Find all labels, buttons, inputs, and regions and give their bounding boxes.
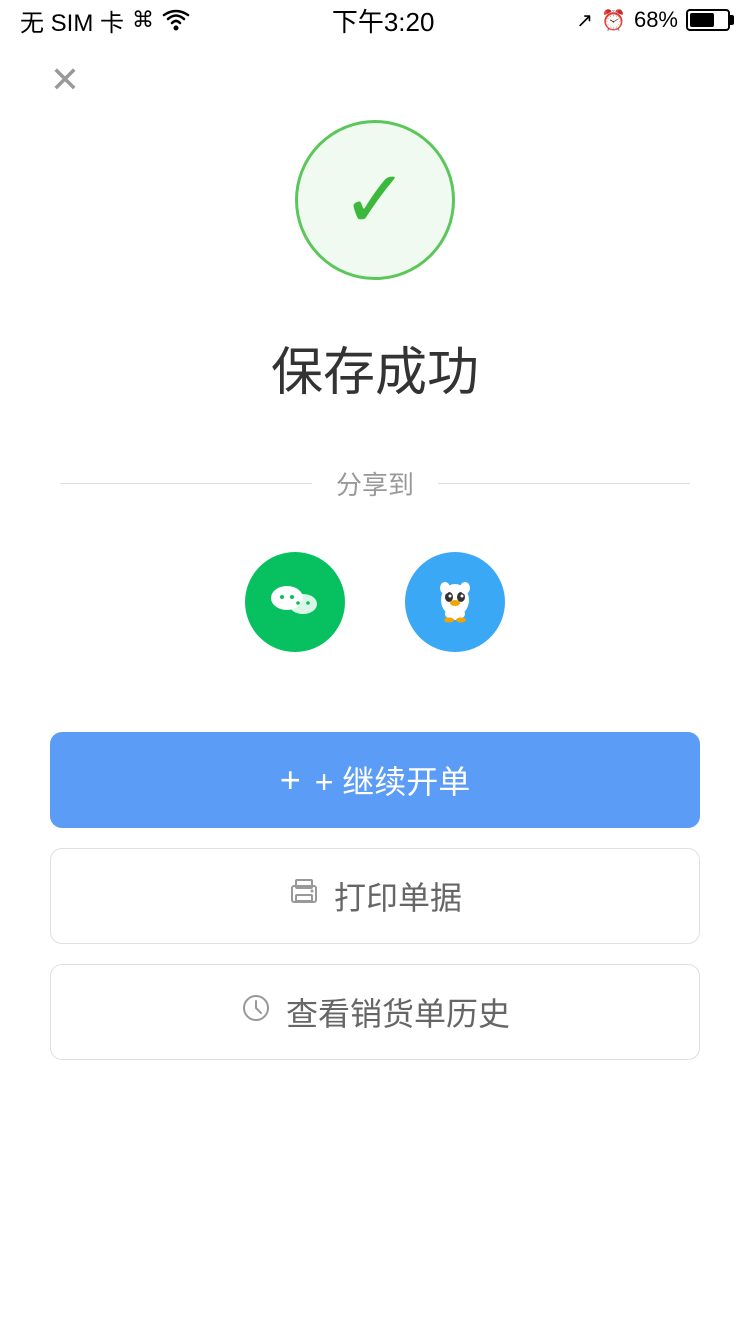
print-button[interactable]: 打印单据 [50, 848, 700, 944]
divider-line-left [60, 483, 312, 484]
success-circle: ✓ [295, 120, 455, 280]
share-label: 分享到 [312, 465, 438, 502]
continue-button[interactable]: + + 继续开单 [50, 732, 700, 828]
print-icon [288, 876, 320, 916]
qq-share-button[interactable] [405, 552, 505, 652]
print-button-text: 打印单据 [334, 873, 462, 919]
success-title: 保存成功 [271, 330, 479, 405]
battery-indicator [686, 9, 730, 31]
status-right: ↗ ⏰ 68% [576, 7, 730, 33]
status-time: 下午3:20 [332, 2, 435, 39]
history-icon [240, 992, 272, 1032]
share-divider: 分享到 [0, 465, 750, 502]
qq-icon [425, 572, 485, 632]
main-content: ✓ 保存成功 分享到 [0, 40, 750, 1060]
wifi-icon: ⌘ [132, 7, 154, 33]
history-button-text: 查看销货单历史 [286, 989, 510, 1035]
continue-button-text: + 继续开单 [315, 757, 471, 803]
action-buttons: + + 继续开单 打印单据 查看销货单历 [0, 732, 750, 1060]
location-icon: ↗ [576, 8, 593, 33]
share-icons-container [245, 552, 505, 652]
alarm-icon: ⏰ [601, 8, 626, 33]
plus-icon: + [280, 759, 301, 801]
wifi-signal-icon [162, 9, 190, 31]
checkmark-icon: ✓ [341, 160, 408, 240]
wechat-icon [265, 572, 325, 632]
status-left: 无 SIM 卡 ⌘ [20, 3, 190, 38]
wechat-share-button[interactable] [245, 552, 345, 652]
carrier-text: 无 SIM 卡 [20, 3, 124, 38]
history-button[interactable]: 查看销货单历史 [50, 964, 700, 1060]
close-icon: ✕ [50, 59, 80, 101]
battery-percent: 68% [634, 7, 678, 33]
close-button[interactable]: ✕ [40, 55, 90, 105]
status-bar: 无 SIM 卡 ⌘ 下午3:20 ↗ ⏰ 68% [0, 0, 750, 40]
divider-line-right [438, 483, 690, 484]
